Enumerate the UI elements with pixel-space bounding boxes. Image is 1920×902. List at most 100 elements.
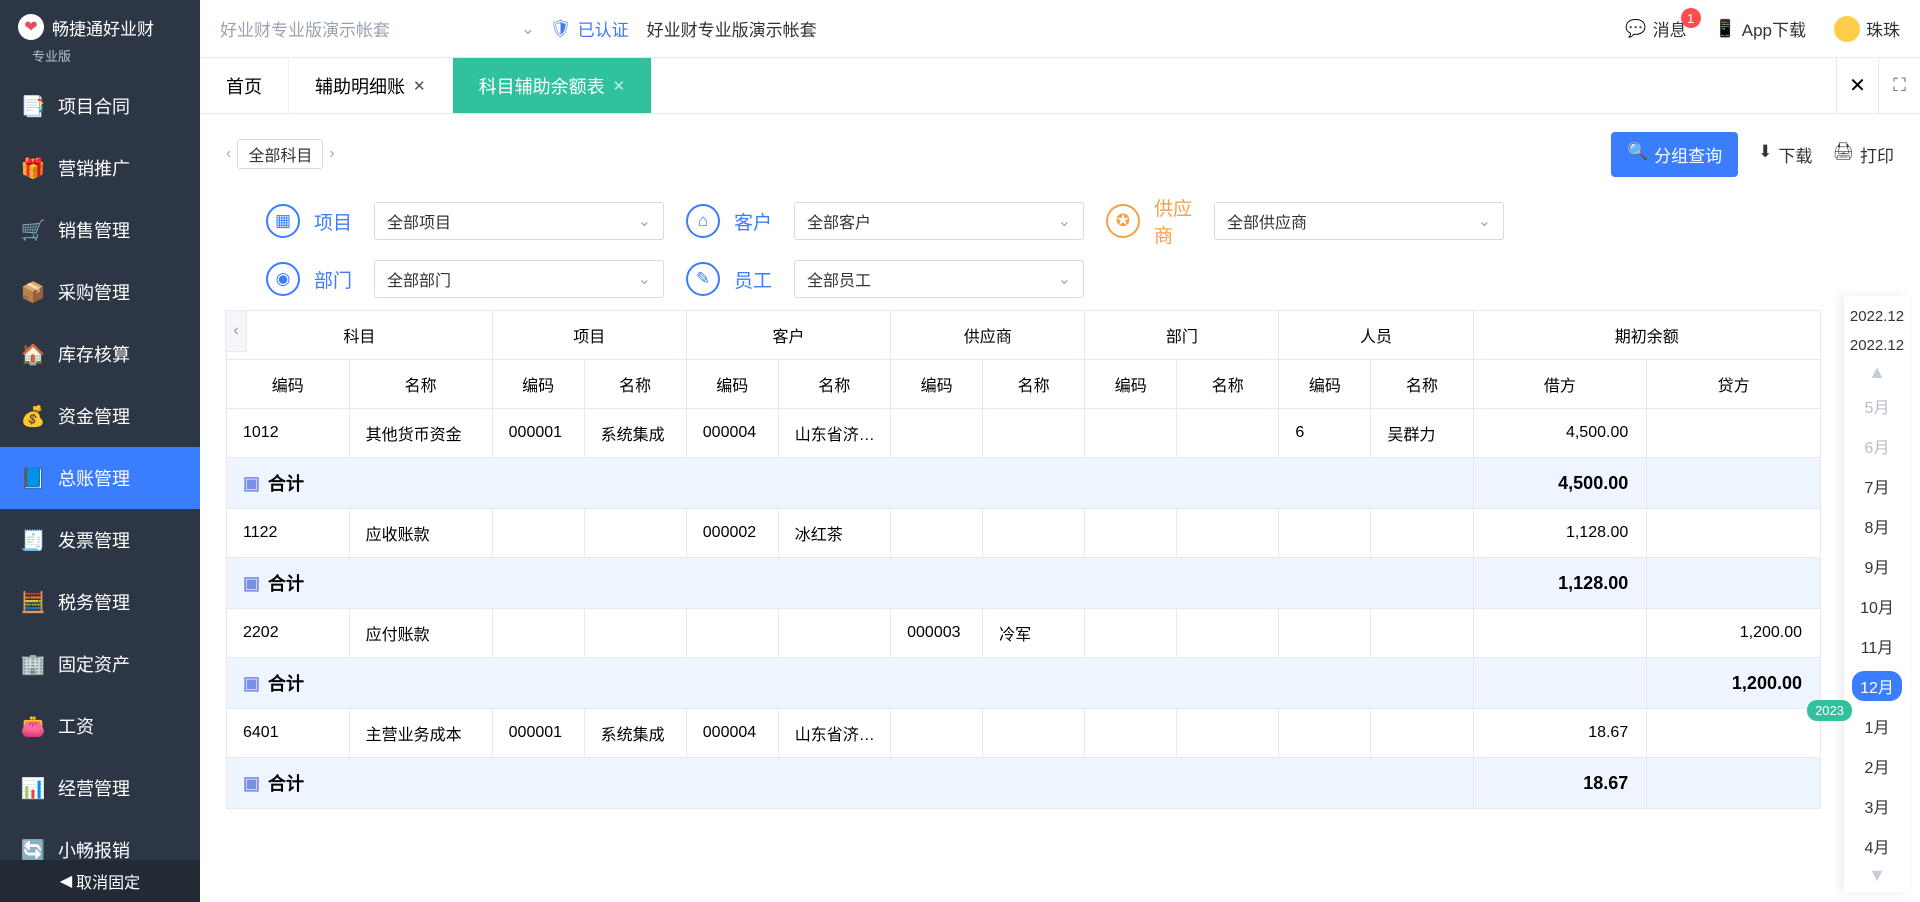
collapse-icon[interactable]: ▣ xyxy=(243,573,260,594)
month-item[interactable]: 12月 xyxy=(1852,671,1902,701)
content: ‹ 全部科目 › 🔍 分组查询 ⬇ 下载 🖨 打印 ▦ 项目 全部项目⌄ xyxy=(200,114,1920,902)
print-icon: 🖨 xyxy=(1832,142,1854,167)
table-row[interactable]: ▣合计1,200.00 xyxy=(227,658,1821,709)
brand: ❤ 畅捷通好业财 xyxy=(0,0,200,46)
verified-badge: 🛡 已认证 xyxy=(550,16,629,41)
chevron-down-icon: ⌄ xyxy=(521,19,535,39)
nav-item-4[interactable]: 🏠库存核算 xyxy=(0,323,200,385)
table-row[interactable]: 1122应收账款000002冰红茶1,128.00 xyxy=(227,509,1821,558)
nav-icon: 📦 xyxy=(22,281,44,303)
month-item[interactable]: 6月 xyxy=(1857,431,1898,461)
nav-label: 采购管理 xyxy=(58,279,130,305)
nav-label: 工资 xyxy=(58,713,94,739)
nav-item-8[interactable]: 🧮税务管理 xyxy=(0,571,200,633)
staff-select[interactable]: 全部员工⌄ xyxy=(794,260,1084,298)
nav-item-6[interactable]: 📘总账管理 xyxy=(0,447,200,509)
nav-item-2[interactable]: 🛒销售管理 xyxy=(0,199,200,261)
chevron-down-icon: ⌄ xyxy=(638,211,651,231)
nav-item-11[interactable]: 📊经营管理 xyxy=(0,757,200,819)
nav-icon: 💰 xyxy=(22,405,44,427)
col-header: 名称 xyxy=(1177,360,1279,409)
chevron-left-icon[interactable]: ‹ xyxy=(226,145,231,163)
group-header: 客户 xyxy=(686,311,890,360)
customer-label: 客户 xyxy=(734,208,780,235)
period-to[interactable]: 2022.12 xyxy=(1850,333,1904,358)
month-item[interactable]: 8月 xyxy=(1857,511,1898,541)
table-scroll-left[interactable]: ‹ xyxy=(225,310,247,352)
nav-label: 发票管理 xyxy=(58,527,130,553)
user-menu[interactable]: 珠珠 xyxy=(1834,16,1900,42)
project-select[interactable]: 全部项目⌄ xyxy=(374,202,664,240)
tab[interactable]: 辅助明细账✕ xyxy=(289,58,453,113)
col-header: 编码 xyxy=(1085,360,1177,409)
nav-label: 经营管理 xyxy=(58,775,130,801)
table-row[interactable]: 1012其他货币资金000001系统集成000004山东省济…6吴群力4,500… xyxy=(227,409,1821,458)
collapse-icon[interactable]: ▣ xyxy=(243,773,260,794)
nav-icon: 🏠 xyxy=(22,343,44,365)
col-header: 编码 xyxy=(686,360,778,409)
sidebar-collapse-button[interactable]: ◀ 取消固定 xyxy=(0,860,200,902)
nav-icon: 📑 xyxy=(22,95,44,117)
month-item[interactable]: 9月 xyxy=(1857,551,1898,581)
nav-item-7[interactable]: 🧾 发票管理 xyxy=(0,509,200,571)
dept-select[interactable]: 全部部门⌄ xyxy=(374,260,664,298)
tab[interactable]: 首页 xyxy=(200,58,289,113)
fullscreen-button[interactable]: ⛶ xyxy=(1878,58,1920,113)
month-item[interactable]: 4月 xyxy=(1857,831,1898,861)
table-row[interactable]: ▣合计18.67 xyxy=(227,758,1821,809)
subject-link[interactable]: 全部科目 xyxy=(237,139,323,169)
nav-icon: 🧮 xyxy=(22,591,44,613)
group-query-button[interactable]: 🔍 分组查询 xyxy=(1611,132,1738,177)
month-item[interactable]: 1月 xyxy=(1857,711,1898,741)
table-row[interactable]: 6401主营业务成本000001系统集成000004山东省济…18.67 xyxy=(227,709,1821,758)
month-item[interactable]: 10月 xyxy=(1852,591,1902,621)
nav-item-1[interactable]: 🎁营销推广 xyxy=(0,137,200,199)
shield-icon: 🛡 xyxy=(550,19,572,39)
month-item[interactable]: 5月 xyxy=(1857,391,1898,421)
tab[interactable]: 科目辅助余额表✕ xyxy=(453,58,653,113)
table-row[interactable]: ▣合计4,500.00 xyxy=(227,458,1821,509)
chevron-right-icon[interactable]: › xyxy=(329,145,334,163)
nav-item-5[interactable]: 💰资金管理 xyxy=(0,385,200,447)
period-down[interactable]: ▼ xyxy=(1868,865,1886,886)
tabs: 首页辅助明细账✕科目辅助余额表✕✕ ⛶ xyxy=(200,58,1920,114)
table-row[interactable]: ▣合计1,128.00 xyxy=(227,558,1821,609)
month-item[interactable]: 2月 xyxy=(1857,751,1898,781)
table-wrap: ‹ 科目项目客户供应商部门人员期初余额编码名称编码名称编码名称编码名称编码名称编… xyxy=(226,310,1894,809)
breadcrumb: ‹ 全部科目 › xyxy=(226,139,335,169)
month-item[interactable]: 11月 xyxy=(1853,631,1902,661)
month-item[interactable]: 3月 xyxy=(1857,791,1898,821)
col-header: 借方 xyxy=(1473,360,1647,409)
customer-select[interactable]: 全部客户⌄ xyxy=(794,202,1084,240)
period-up[interactable]: ▲ xyxy=(1868,362,1886,383)
period-from[interactable]: 2022.12 xyxy=(1850,304,1904,329)
nav-icon: 🔄 xyxy=(22,839,44,861)
collapse-icon[interactable]: ▣ xyxy=(243,673,260,694)
nav-label: 总账管理 xyxy=(58,465,130,491)
group-header: 期初余额 xyxy=(1473,311,1820,360)
table-row[interactable]: 2202应付账款000003冷军1,200.00 xyxy=(227,609,1821,658)
app-download-button[interactable]: 📱 App下载 xyxy=(1715,16,1806,41)
col-header: 名称 xyxy=(1371,360,1473,409)
month-item[interactable]: 7月 xyxy=(1857,471,1898,501)
chevron-down-icon: ⌄ xyxy=(1058,211,1071,231)
group-header: 项目 xyxy=(492,311,686,360)
account-select[interactable]: 好业财专业版演示帐套 ⌄ xyxy=(220,16,550,41)
close-icon[interactable]: ✕ xyxy=(413,77,426,95)
nav[interactable]: 📑项目合同🎁营销推广🛒销售管理 📦 采购管理 🏠库存核算💰资金管理📘总账管理 🧾 发票管理… xyxy=(0,75,200,867)
download-button[interactable]: ⬇ 下载 xyxy=(1758,142,1812,167)
nav-item-0[interactable]: 📑项目合同 xyxy=(0,75,200,137)
chevron-down-icon: ⌄ xyxy=(638,269,651,289)
nav-item-9[interactable]: 🏢固定资产 xyxy=(0,633,200,695)
supplier-select[interactable]: 全部供应商⌄ xyxy=(1214,202,1504,240)
nav-item-10[interactable]: 👛工资 xyxy=(0,695,200,757)
nav-icon: 🧾 xyxy=(22,529,44,551)
staff-icon: ✎ xyxy=(686,262,720,296)
messages-button[interactable]: 💬 消息 1 xyxy=(1625,16,1686,41)
print-button[interactable]: 🖨 打印 xyxy=(1832,142,1894,167)
close-tab-button[interactable]: ✕ xyxy=(1836,58,1878,113)
mobile-icon: 📱 xyxy=(1715,19,1736,39)
close-icon[interactable]: ✕ xyxy=(613,77,626,95)
nav-item-3[interactable]: 📦 采购管理 xyxy=(0,261,200,323)
collapse-icon[interactable]: ▣ xyxy=(243,473,260,494)
